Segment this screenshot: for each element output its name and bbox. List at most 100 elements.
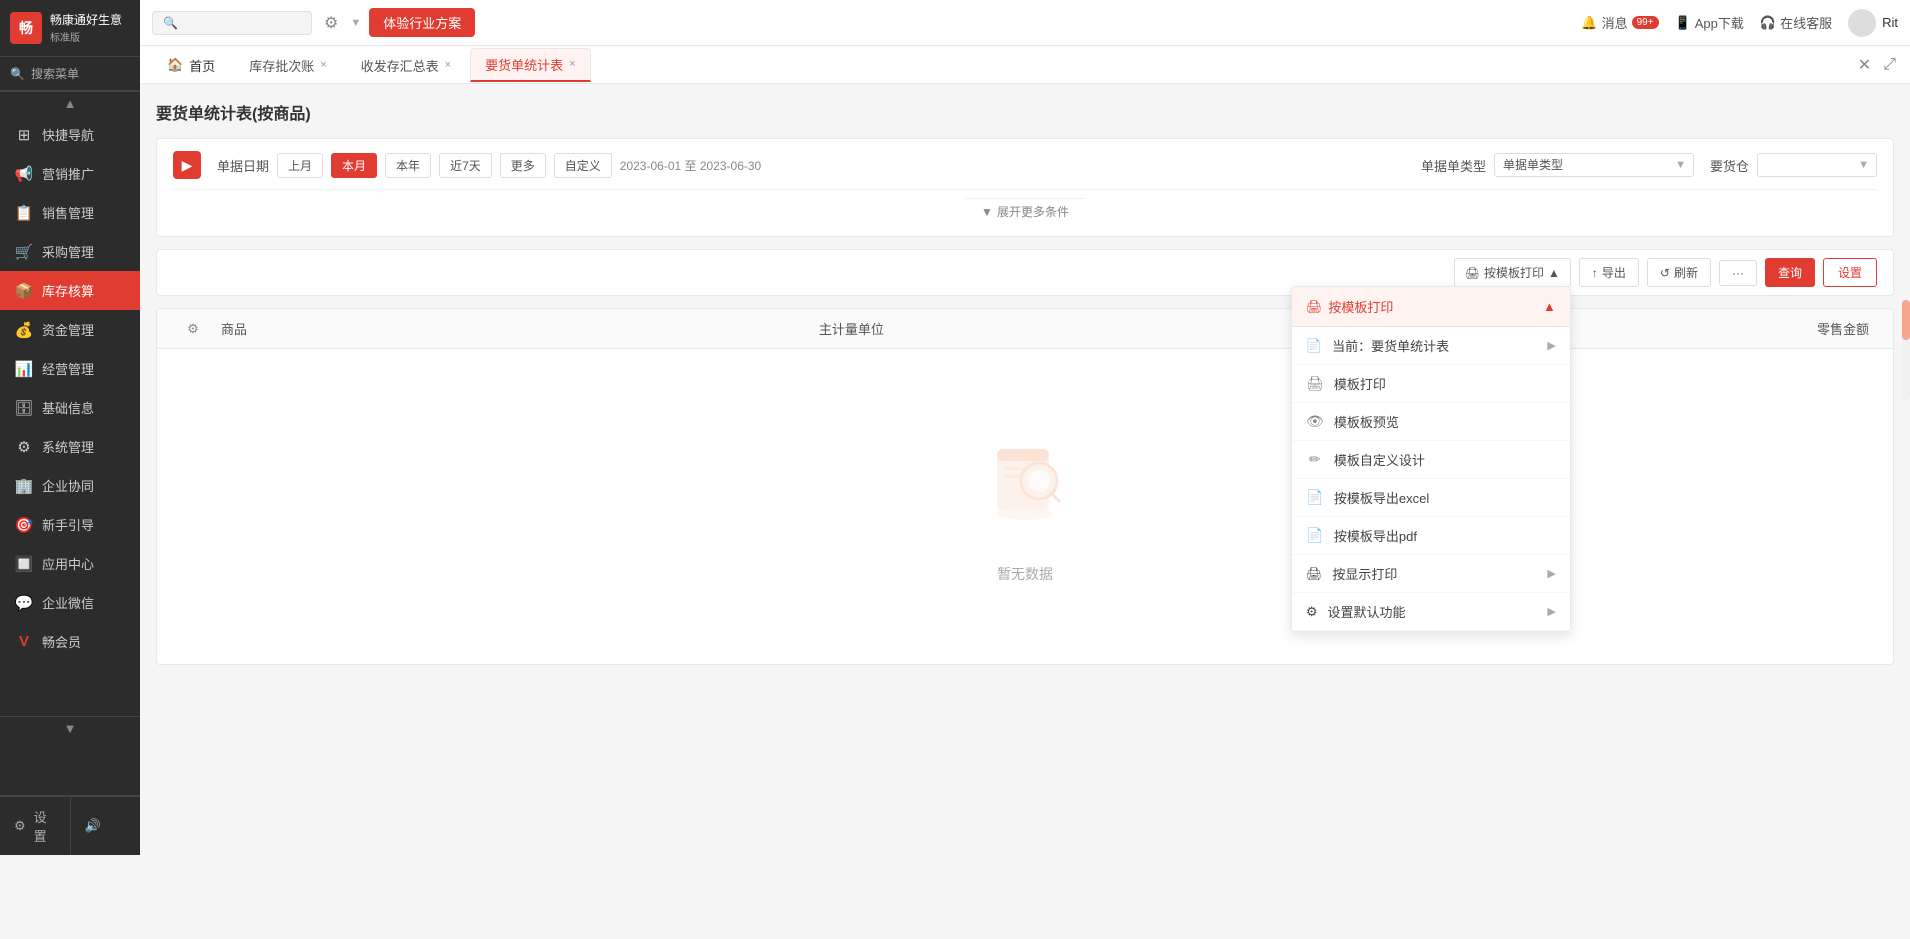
dropdown-current-section[interactable]: 📄 当前：要货单统计表 ▶ xyxy=(1292,327,1570,365)
sidebar-settings-btn[interactable]: ⚙ 设置 xyxy=(0,796,70,855)
tab-inventory-batch[interactable]: 库存批次账 × xyxy=(234,49,341,81)
scrollbar[interactable] xyxy=(1902,300,1910,400)
dropdown-template-preview[interactable]: 👁 模板板预览 xyxy=(1292,403,1570,441)
date-range-display: 2023-06-01 至 2023-06-30 xyxy=(620,157,761,174)
topbar-settings-btn[interactable]: ⚙ xyxy=(320,9,342,37)
refresh-btn[interactable]: ↺ 刷新 xyxy=(1647,258,1711,287)
export-btn[interactable]: ↑ 导出 xyxy=(1579,258,1639,287)
dropdown-template-print[interactable]: 🖨 模板打印 xyxy=(1292,365,1570,403)
chevron-up-icon-header: ▲ xyxy=(1543,299,1556,314)
sidebar-search[interactable]: 🔍 搜索菜单 xyxy=(0,57,140,90)
more-btn[interactable]: ··· xyxy=(1719,260,1757,286)
settings-col-icon[interactable]: ⚙ xyxy=(187,321,199,336)
app-logo: 畅 畅康通好生意 标准版 xyxy=(0,0,140,57)
filter-expand-arrow[interactable]: ▶ xyxy=(173,151,201,179)
tabbar-expand-btn[interactable]: ⤢ xyxy=(1881,54,1898,76)
query-btn[interactable]: 查询 xyxy=(1765,258,1815,287)
print-dropdown: 🖨 按模板打印 ▲ 📄 当前：要货单统计表 ▶ 🖨 xyxy=(1291,286,1571,632)
topbar-search-box[interactable]: 🔍 xyxy=(152,11,312,35)
sidebar-item-quick-nav[interactable]: ⊞ 快捷导航 xyxy=(0,115,140,154)
tab-home[interactable]: 🏠 首页 xyxy=(152,49,230,81)
tab-receipt-summary[interactable]: 收发存汇总表 × xyxy=(346,49,466,81)
messages-label: 消息 xyxy=(1602,13,1628,32)
tab-inventory-batch-label: 库存批次账 xyxy=(249,56,314,75)
sidebar-item-apps[interactable]: 🔲 应用中心 xyxy=(0,544,140,583)
sidebar-item-inventory[interactable]: 📦 库存核算 xyxy=(0,271,140,310)
topbar-right: 🔔 消息 99+ 📱 App下载 🎧 在线客服 Rit xyxy=(1581,9,1898,37)
date-prev-month-btn[interactable]: 上月 xyxy=(277,153,323,178)
sidebar-item-member[interactable]: V 畅会员 xyxy=(0,622,140,661)
sidebar-item-label: 系统管理 xyxy=(42,437,94,456)
date-more-btn[interactable]: 更多 xyxy=(500,153,546,178)
sidebar-item-finance[interactable]: 💰 资金管理 xyxy=(0,310,140,349)
guide-icon: 🎯 xyxy=(14,516,34,534)
sidebar-item-enterprise[interactable]: 🏢 企业协同 xyxy=(0,466,140,505)
expand-more-btn[interactable]: ▼ 展开更多条件 xyxy=(965,198,1085,224)
dropdown-template-design[interactable]: ✏ 模板自定义设计 xyxy=(1292,441,1570,479)
table-header: ⚙ 商品 主计量单位 主数量 零售金额 xyxy=(157,309,1893,349)
chevron-down-icon: ▼ xyxy=(981,205,993,219)
trial-btn[interactable]: 体验行业方案 xyxy=(369,8,475,37)
toolbar-right: 🖨 按模板打印 ▲ 🖨 按模板打印 ▲ 📄 xyxy=(1454,258,1877,287)
tab-order-stats[interactable]: 要货单统计表 × xyxy=(470,48,590,82)
goods-select[interactable] xyxy=(1757,153,1877,177)
page-title: 要货单统计表(按商品) xyxy=(156,100,1894,124)
dropdown-template-pdf[interactable]: 📄 按模板导出pdf xyxy=(1292,517,1570,555)
messages-btn[interactable]: 🔔 消息 99+ xyxy=(1581,13,1658,32)
dropdown-display-print[interactable]: 🖨 按显示打印 ▶ xyxy=(1292,555,1570,593)
sidebar-item-sales[interactable]: 📋 销售管理 xyxy=(0,193,140,232)
expand-more-label: 展开更多条件 xyxy=(997,203,1069,220)
template-print-icon: 🖨 xyxy=(1306,375,1324,392)
date-custom-btn[interactable]: 自定义 xyxy=(554,153,612,178)
default-function-icon: ⚙ xyxy=(1306,604,1318,620)
audio-icon: 🔊 xyxy=(85,818,101,834)
date-last7days-btn[interactable]: 近7天 xyxy=(439,153,492,178)
tabbar-right: ✕ ⤢ xyxy=(1856,53,1898,77)
sidebar-item-system[interactable]: ⚙ 系统管理 xyxy=(0,427,140,466)
sidebar-item-label: 销售管理 xyxy=(42,203,94,222)
sidebar-scroll-down[interactable]: ▼ xyxy=(0,716,140,740)
topbar: 🔍 ⚙ ▼ 体验行业方案 🔔 消息 99+ 📱 App下载 🎧 在线客服 Rit xyxy=(140,0,1910,46)
sidebar-item-label: 采购管理 xyxy=(42,242,94,261)
tab-inventory-batch-close[interactable]: × xyxy=(320,59,326,71)
apps-icon: 🔲 xyxy=(14,555,34,573)
sidebar-item-guide[interactable]: 🎯 新手引导 xyxy=(0,505,140,544)
sidebar: 畅 畅康通好生意 标准版 🔍 搜索菜单 ▲ ⊞ 快捷导航 📢 营销推广 📋 销售… xyxy=(0,0,140,855)
customer-service-label: 在线客服 xyxy=(1780,13,1832,32)
dropdown-template-excel[interactable]: 📄 按模板导出excel xyxy=(1292,479,1570,517)
user-area[interactable]: Rit xyxy=(1848,9,1898,37)
chevron-up-icon: ▲ xyxy=(1548,266,1560,280)
refresh-label: 刷新 xyxy=(1674,264,1698,281)
sidebar-item-wechat[interactable]: 💬 企业微信 xyxy=(0,583,140,622)
col-product-header: 商品 xyxy=(213,319,811,338)
sidebar-audio-btn[interactable]: 🔊 xyxy=(70,796,141,855)
date-current-year-btn[interactable]: 本年 xyxy=(385,153,431,178)
date-current-month-btn[interactable]: 本月 xyxy=(331,153,377,178)
settings-icon: ⚙ xyxy=(14,818,26,834)
dropdown-default-section-left: ⚙ 设置默认功能 xyxy=(1306,602,1406,621)
sidebar-scroll-up[interactable]: ▲ xyxy=(0,91,140,115)
sidebar-item-label: 经营管理 xyxy=(42,359,94,378)
chevron-right-current: ▶ xyxy=(1547,339,1555,352)
sidebar-item-purchase[interactable]: 🛒 采购管理 xyxy=(0,232,140,271)
sidebar-item-basics[interactable]: 🗄 基础信息 xyxy=(0,388,140,427)
sidebar-item-label: 企业微信 xyxy=(42,593,94,612)
query-label: 查询 xyxy=(1778,264,1802,281)
headset-icon: 🎧 xyxy=(1760,15,1776,31)
settings-btn[interactable]: 设置 xyxy=(1823,258,1877,287)
customer-service-btn[interactable]: 🎧 在线客服 xyxy=(1760,13,1832,32)
print-template-btn[interactable]: 🖨 按模板打印 ▲ xyxy=(1454,258,1571,287)
dropdown-default-function[interactable]: ⚙ 设置默认功能 ▶ xyxy=(1292,593,1570,631)
doc-type-select[interactable]: 单据单类型 xyxy=(1494,153,1694,177)
tab-receipt-summary-close[interactable]: × xyxy=(445,59,451,71)
tab-order-stats-label: 要货单统计表 xyxy=(485,55,563,74)
app-download-btn[interactable]: 📱 App下载 xyxy=(1675,13,1744,32)
display-print-icon: 🖨 xyxy=(1306,566,1323,582)
wechat-icon: 💬 xyxy=(14,594,34,612)
operations-icon: 📊 xyxy=(14,360,34,378)
tab-order-stats-close[interactable]: × xyxy=(569,58,575,70)
sidebar-item-marketing[interactable]: 📢 营销推广 xyxy=(0,154,140,193)
sidebar-item-label: 企业协同 xyxy=(42,476,94,495)
sidebar-item-operations[interactable]: 📊 经营管理 xyxy=(0,349,140,388)
tabbar-close-btn[interactable]: ✕ xyxy=(1856,53,1873,77)
